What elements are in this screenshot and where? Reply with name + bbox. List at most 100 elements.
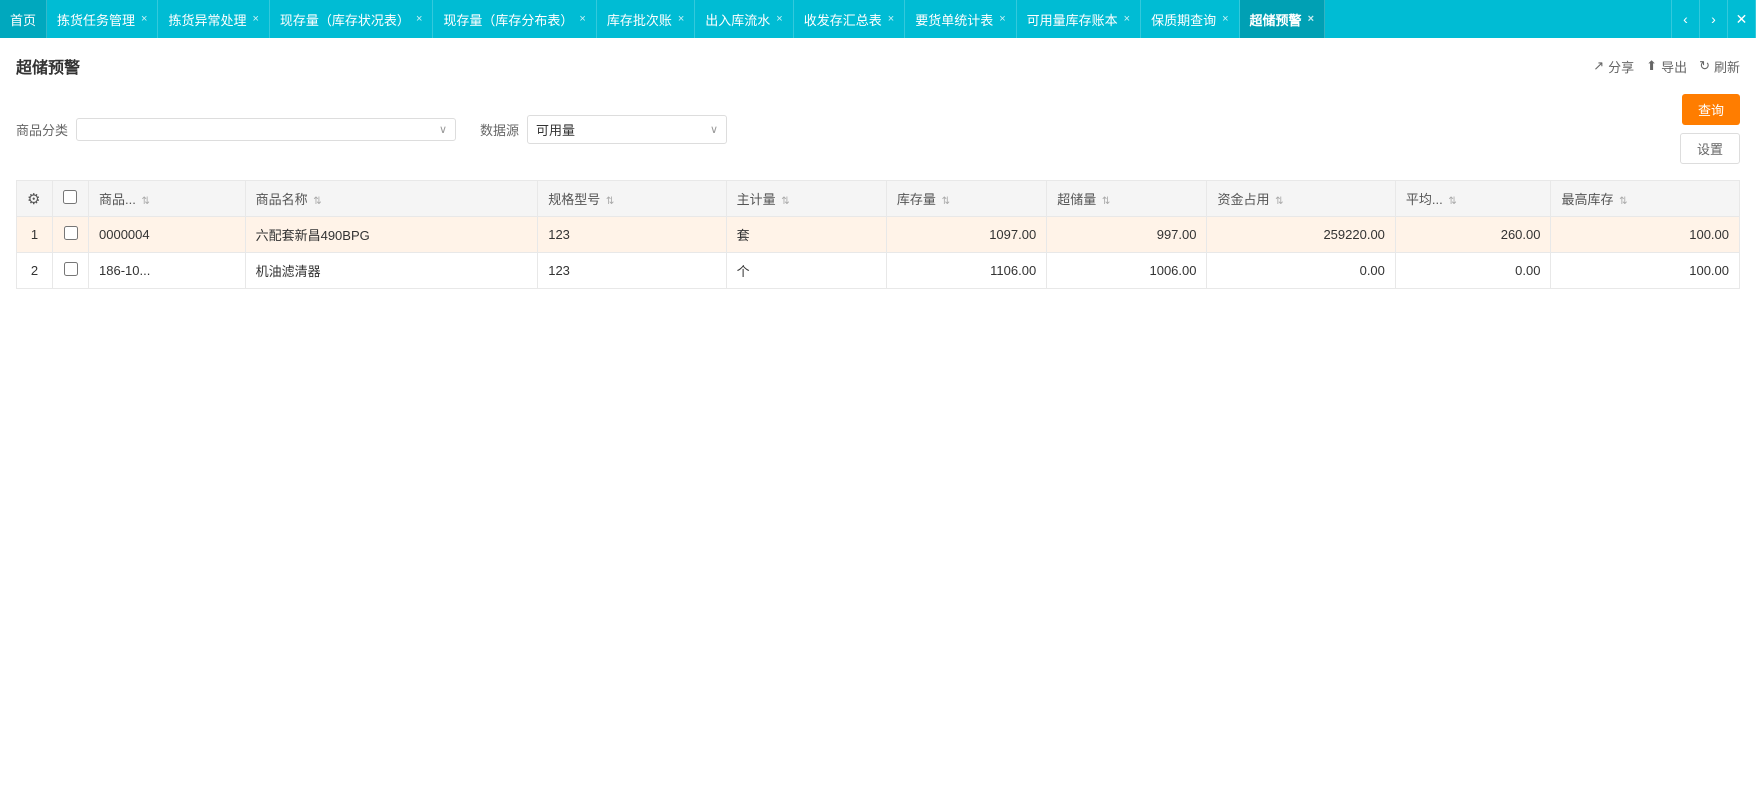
- nav-tab-label: 现存量（库存状况表）: [280, 10, 410, 29]
- nav-close-button[interactable]: ✕: [1728, 0, 1756, 38]
- nav-tab-close-icon[interactable]: ×: [776, 13, 782, 25]
- nav-tab[interactable]: 收发存汇总表 ×: [794, 0, 905, 38]
- nav-next-button[interactable]: ›: [1700, 0, 1728, 38]
- nav-tab-close-icon[interactable]: ×: [252, 13, 258, 25]
- nav-tab-label: 收发存汇总表: [804, 10, 882, 29]
- nav-tab-label: 现存量（库存分布表）: [443, 10, 573, 29]
- row-checkbox-cell: [53, 217, 89, 253]
- row-name: 机油滤清器: [245, 253, 538, 289]
- nav-tab[interactable]: 出入库流水 ×: [695, 0, 793, 38]
- row-unit: 套: [726, 217, 886, 253]
- row-overstock: 997.00: [1047, 217, 1207, 253]
- nav-tab[interactable]: 拣货异常处理 ×: [158, 0, 269, 38]
- nav-tab[interactable]: 拣货任务管理 ×: [47, 0, 158, 38]
- nav-tab-close-icon[interactable]: ×: [888, 13, 894, 25]
- nav-tab[interactable]: 可用量库存账本 ×: [1017, 0, 1141, 38]
- col-stock-label: 库存量: [897, 192, 936, 207]
- nav-tab-close-icon[interactable]: ×: [141, 13, 147, 25]
- row-checkbox[interactable]: [64, 226, 78, 240]
- datasource-select[interactable]: 可用量 ∨: [527, 115, 727, 144]
- page-title: 超储预警: [16, 54, 80, 78]
- filter-area: 商品分类 ∨ 数据源 可用量 ∨ 查询 设置: [16, 94, 1740, 164]
- nav-tab-label: 拣货任务管理: [57, 10, 135, 29]
- row-spec: 123: [538, 253, 726, 289]
- filter-buttons: 查询 设置: [1680, 94, 1740, 164]
- col-overstock[interactable]: 超储量 ⇅: [1047, 181, 1207, 217]
- datasource-label: 数据源: [480, 120, 519, 139]
- col-maxstock[interactable]: 最高库存 ⇅: [1551, 181, 1740, 217]
- col-avg[interactable]: 平均... ⇅: [1395, 181, 1551, 217]
- row-capital: 259220.00: [1207, 217, 1395, 253]
- row-stock: 1097.00: [886, 217, 1046, 253]
- query-button[interactable]: 查询: [1682, 94, 1740, 125]
- col-code-label: 商品...: [99, 192, 136, 207]
- nav-tab[interactable]: 库存批次账×: [597, 0, 695, 38]
- refresh-button[interactable]: ↻ 刷新: [1699, 57, 1740, 76]
- nav-tab[interactable]: 要货单统计表×: [905, 0, 1016, 38]
- export-button[interactable]: ⬆ 导出: [1646, 57, 1687, 76]
- gear-icon[interactable]: ⚙: [27, 191, 40, 208]
- row-code: 186-10...: [89, 253, 246, 289]
- col-capital[interactable]: 资金占用 ⇅: [1207, 181, 1395, 217]
- row-spec: 123: [538, 217, 726, 253]
- col-code[interactable]: 商品... ⇅: [89, 181, 246, 217]
- page-content: 超储预警 ↗ 分享 ⬆ 导出 ↻ 刷新 商品分类 ∨ 数据源: [0, 38, 1756, 800]
- row-checkbox[interactable]: [64, 262, 78, 276]
- nav-tab-close-icon[interactable]: ×: [416, 13, 422, 25]
- nav-prev-button[interactable]: ‹: [1672, 0, 1700, 38]
- sort-name-icon: ⇅: [313, 196, 321, 207]
- row-code: 0000004: [89, 217, 246, 253]
- col-unit-label: 主计量: [737, 192, 776, 207]
- nav-tab-close-icon[interactable]: ×: [1124, 13, 1130, 25]
- col-unit[interactable]: 主计量 ⇅: [726, 181, 886, 217]
- row-settings-cell: 2: [17, 253, 53, 289]
- row-maxstock: 100.00: [1551, 217, 1740, 253]
- datasource-filter: 数据源 可用量 ∨: [480, 115, 727, 144]
- col-stock[interactable]: 库存量 ⇅: [886, 181, 1046, 217]
- settings-button[interactable]: 设置: [1680, 133, 1740, 164]
- row-avg: 260.00: [1395, 217, 1551, 253]
- row-capital: 0.00: [1207, 253, 1395, 289]
- share-icon: ↗: [1593, 58, 1604, 74]
- row-avg: 0.00: [1395, 253, 1551, 289]
- col-spec[interactable]: 规格型号 ⇅: [538, 181, 726, 217]
- sort-avg-icon: ⇅: [1448, 196, 1456, 207]
- nav-tab-close-icon[interactable]: ×: [579, 13, 585, 25]
- select-all-checkbox[interactable]: [63, 190, 77, 204]
- nav-tab-label: 出入库流水: [705, 10, 770, 29]
- category-filter: 商品分类 ∨: [16, 118, 456, 141]
- col-name[interactable]: 商品名称 ⇅: [245, 181, 538, 217]
- nav-tab[interactable]: 现存量（库存状况表） ×: [270, 0, 433, 38]
- nav-tab[interactable]: 首页: [0, 0, 47, 38]
- sort-stock-icon: ⇅: [942, 196, 950, 207]
- nav-tab[interactable]: 保质期查询×: [1141, 0, 1239, 38]
- col-maxstock-label: 最高库存: [1561, 192, 1613, 207]
- row-stock: 1106.00: [886, 253, 1046, 289]
- nav-tab[interactable]: 超储预警 ×: [1240, 0, 1325, 38]
- sort-unit-icon: ⇅: [781, 196, 789, 207]
- sort-maxstock-icon: ⇅: [1619, 196, 1627, 207]
- refresh-icon: ↻: [1699, 58, 1710, 74]
- col-spec-label: 规格型号: [548, 192, 600, 207]
- datasource-value: 可用量: [536, 120, 575, 139]
- nav-tab-close-icon[interactable]: ×: [678, 13, 684, 25]
- nav-tab[interactable]: 现存量（库存分布表） ×: [433, 0, 596, 38]
- share-button[interactable]: ↗ 分享: [1593, 57, 1634, 76]
- nav-tab-label: 超储预警: [1250, 10, 1302, 29]
- row-name: 六配套新昌490BPG: [245, 217, 538, 253]
- nav-tab-label: 首页: [10, 10, 36, 29]
- nav-tab-label: 拣货异常处理: [168, 10, 246, 29]
- nav-tab-label: 可用量库存账本: [1027, 10, 1118, 29]
- nav-tab-close-icon[interactable]: ×: [999, 13, 1005, 25]
- nav-tab-close-icon[interactable]: ×: [1308, 13, 1314, 25]
- data-table: ⚙ 商品... ⇅ 商品名称 ⇅ 规格型号 ⇅ 主计量: [16, 180, 1740, 289]
- row-checkbox-cell: [53, 253, 89, 289]
- nav-tab-close-icon[interactable]: ×: [1222, 13, 1228, 25]
- col-capital-label: 资金占用: [1217, 192, 1269, 207]
- sort-spec-icon: ⇅: [606, 196, 614, 207]
- row-unit: 个: [726, 253, 886, 289]
- nav-arrows: ‹ › ✕: [1671, 0, 1756, 38]
- col-avg-label: 平均...: [1406, 192, 1443, 207]
- category-select[interactable]: ∨: [76, 118, 456, 141]
- export-icon: ⬆: [1646, 58, 1657, 74]
